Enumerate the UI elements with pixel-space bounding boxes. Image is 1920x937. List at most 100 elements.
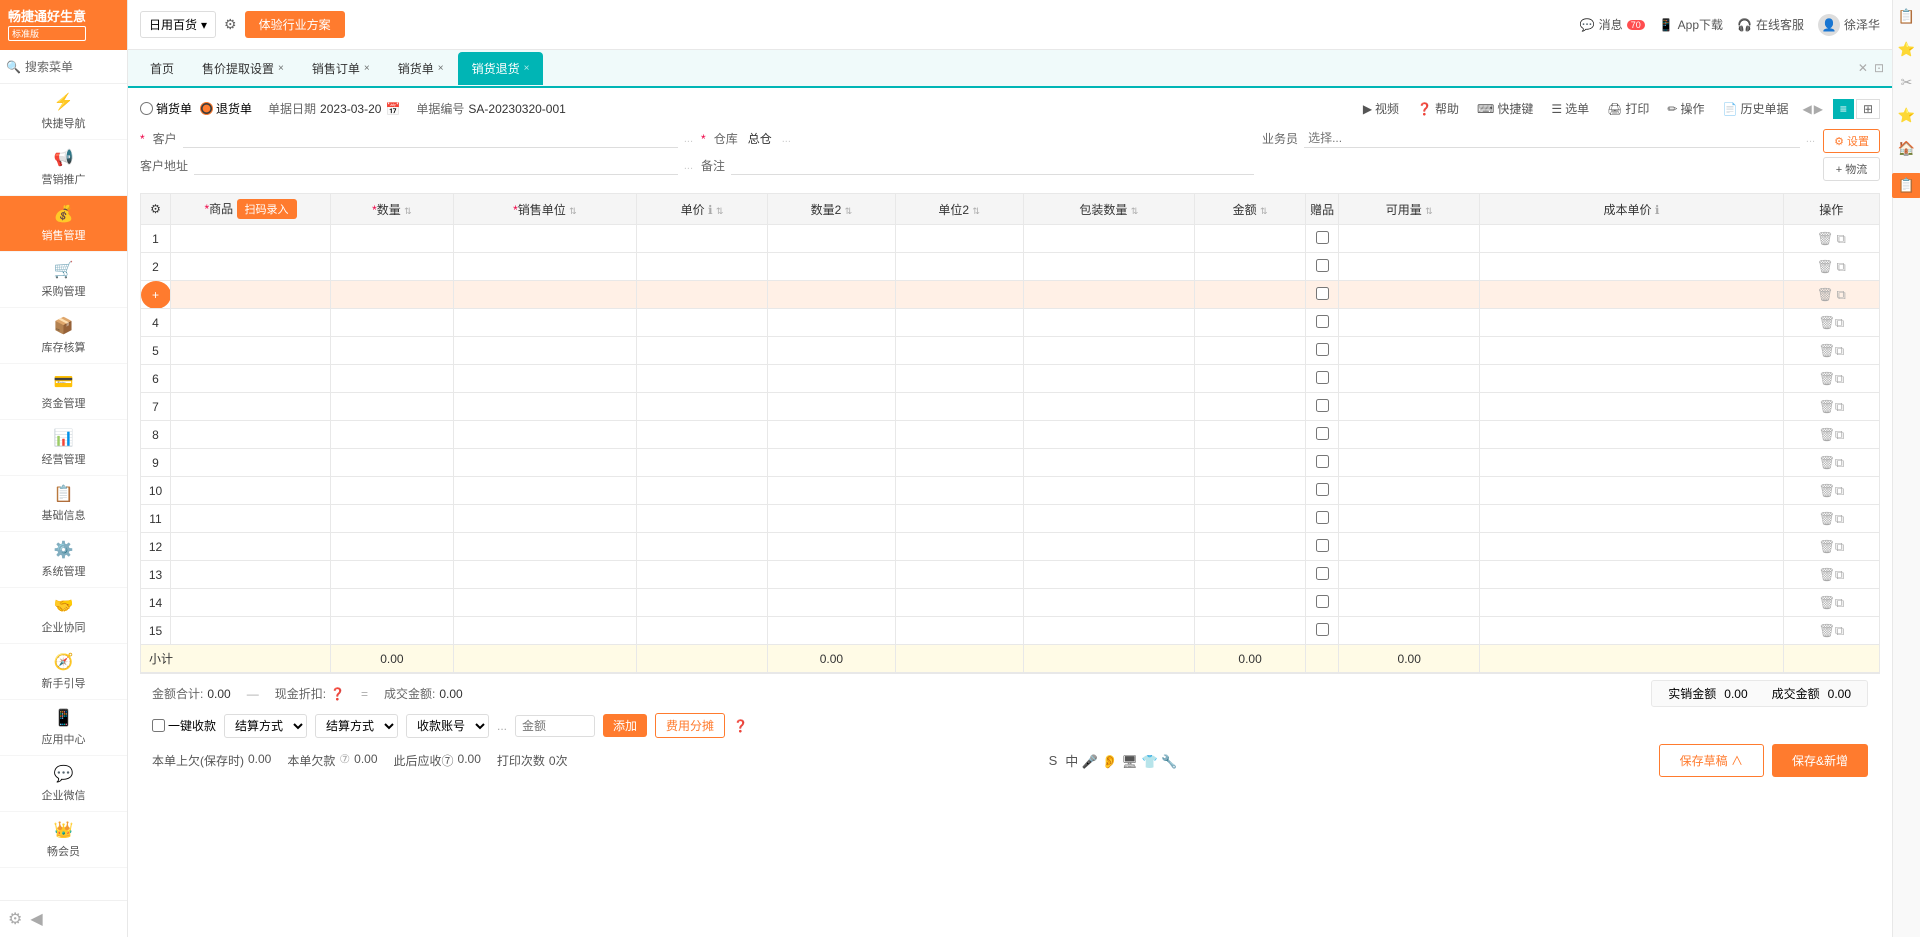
delete-row-btn[interactable]: 🗑 [1818,343,1835,359]
unit-price-sort-icon[interactable]: ⇅ [716,206,724,216]
gift-checkbox[interactable] [1316,483,1329,496]
customer-input[interactable] [183,129,678,148]
delete-row-btn[interactable]: 🗑 [1818,623,1835,639]
gift-checkbox[interactable] [1316,455,1329,468]
table-gear-icon[interactable]: ⚙ [150,202,161,216]
industry-selector[interactable]: 日用百货 ▾ [140,11,216,38]
available-sort-icon[interactable]: ⇅ [1425,206,1433,216]
cost-price-cell[interactable] [1480,225,1783,253]
history-btn[interactable]: 📄 历史单据 [1718,98,1792,119]
qty-cell[interactable] [331,253,454,281]
unit-price-cell[interactable] [637,253,768,281]
sidebar-item-system[interactable]: ⚙️ 系统管理 [0,532,127,588]
copy-row-btn[interactable]: ⧉ [1835,399,1844,415]
prev-icon[interactable]: ◀ [1802,102,1811,116]
video-btn[interactable]: ▶ 视频 [1359,98,1403,119]
sidebar-item-purchase[interactable]: 🛒 采购管理 [0,252,127,308]
rp-icon-1[interactable]: 📋 [1898,8,1915,25]
add-payment-btn[interactable]: 添加 [603,714,647,737]
order-debt-help[interactable]: ⑦ [339,752,350,769]
add-row-btn[interactable]: + [147,286,165,304]
one-click-payment-check[interactable]: 一键收款 [152,717,216,734]
col-gear[interactable]: ⚙ [141,194,171,225]
amount-input[interactable] [515,715,595,737]
copy-row-btn[interactable]: ⧉ [1835,511,1844,527]
tab-price-set[interactable]: 售价提取设置 × [188,52,298,85]
help-btn[interactable]: ❓ 帮助 [1413,98,1463,119]
return-bill-radio[interactable]: 退货单 [200,100,252,117]
delete-row-btn[interactable]: 🗑 [1818,567,1835,583]
sidebar-item-marketing[interactable]: 📢 营销推广 [0,140,127,196]
user-menu-btn[interactable]: 👤 徐泽华 [1818,14,1880,36]
method-select[interactable]: 结算方式 [315,714,398,738]
delete-row-btn[interactable]: 🗑 [1818,315,1835,331]
close-tab-icon[interactable]: ✕ [1858,61,1868,75]
rp-icon-5[interactable]: 🏠 [1898,140,1915,157]
sidebar-item-wechat[interactable]: 💬 企业微信 [0,756,127,812]
sales-unit-cell[interactable] [453,225,636,253]
gift-checkbox[interactable] [1316,399,1329,412]
print-btn[interactable]: 🖨 打印 [1603,98,1653,119]
amount-cell[interactable] [1195,225,1306,253]
product-cell[interactable] [171,253,331,281]
sidebar-item-quick-nav[interactable]: ⚡ 快捷导航 [0,84,127,140]
sidebar-item-inventory[interactable]: 📦 库存核算 [0,308,127,364]
topbar-gear-icon[interactable]: ⚙ [224,16,237,33]
next-icon[interactable]: ▶ [1814,102,1823,116]
tab-sales-bill[interactable]: 销货单 × [384,52,458,85]
calendar-icon[interactable]: 📅 [385,102,400,116]
tab-sales-return[interactable]: 销货退货 × [458,52,544,85]
qty-cell[interactable] [331,281,454,309]
return-bill-radio-input[interactable] [200,102,213,115]
account-select[interactable]: 收款账号 [406,714,489,738]
product-cell[interactable] [171,225,331,253]
cost-price-cell[interactable] [1480,253,1783,281]
address-input[interactable] [194,156,678,175]
address-dots[interactable]: ... [684,160,693,172]
sales-unit-cell[interactable] [453,253,636,281]
qty2-cell[interactable] [768,225,896,253]
sidebar-collapse-icon[interactable]: ◀ [30,909,42,929]
tab-close-icon[interactable]: × [438,63,444,74]
sidebar-item-newuser[interactable]: 🧭 新手引导 [0,644,127,700]
save-draft-btn[interactable]: 保存草稿 ∧ [1659,744,1764,777]
calc-method-select[interactable]: 结算方式 [224,714,307,738]
delete-row-btn[interactable]: 🗑 [1818,371,1835,387]
gift-checkbox[interactable] [1316,511,1329,524]
unit2-cell[interactable] [895,253,1023,281]
logistics-btn[interactable]: + 物流 [1823,157,1880,181]
qty-cell[interactable] [331,225,454,253]
unit2-cell[interactable] [895,281,1023,309]
gift-checkbox[interactable] [1316,371,1329,384]
copy-row-btn[interactable]: ⧉ [1835,315,1844,331]
copy-row-btn[interactable]: ⧉ [1835,539,1844,555]
delete-row-btn[interactable]: 🗑 [1818,399,1835,415]
scan-input-btn[interactable]: 扫码录入 [237,199,297,219]
pack-qty-cell[interactable] [1023,225,1195,253]
sidebar-item-finance[interactable]: 💳 资金管理 [0,364,127,420]
delete-row-btn[interactable]: 🗑 [1818,511,1835,527]
fenpai-btn[interactable]: 费用分摊 [655,713,725,738]
save-new-btn[interactable]: 保存&新增 [1772,744,1868,777]
delete-row-btn[interactable]: 🗑 [1818,427,1835,443]
pack-qty-cell[interactable] [1023,253,1195,281]
salesperson-input[interactable] [1304,129,1800,148]
discount-help-icon[interactable]: ❓ [330,687,345,701]
gift-checkbox[interactable] [1316,595,1329,608]
rp-icon-4[interactable]: ⭐ [1898,107,1915,124]
gift-cell[interactable] [1306,253,1339,281]
copy-row-btn[interactable]: ⧉ [1835,371,1844,387]
delete-row-btn[interactable]: 🗑 [1818,455,1835,471]
copy-row-btn[interactable]: ⧉ [1835,427,1844,443]
gift-cell[interactable] [1306,281,1339,309]
sales-unit-cell[interactable] [453,281,636,309]
qty2-cell[interactable] [768,253,896,281]
sidebar-item-basic[interactable]: 📋 基础信息 [0,476,127,532]
customer-dots[interactable]: ... [684,133,693,145]
amount-cell[interactable] [1195,281,1306,309]
qty-sort-icon[interactable]: ⇅ [404,206,412,216]
salesperson-dots[interactable]: ... [1806,133,1815,145]
cost-price-info-icon[interactable]: ℹ [1655,203,1660,217]
search-menu-btn[interactable]: 🔍 搜索菜单 [0,50,127,84]
service-btn[interactable]: 🎧 在线客服 [1737,16,1804,33]
